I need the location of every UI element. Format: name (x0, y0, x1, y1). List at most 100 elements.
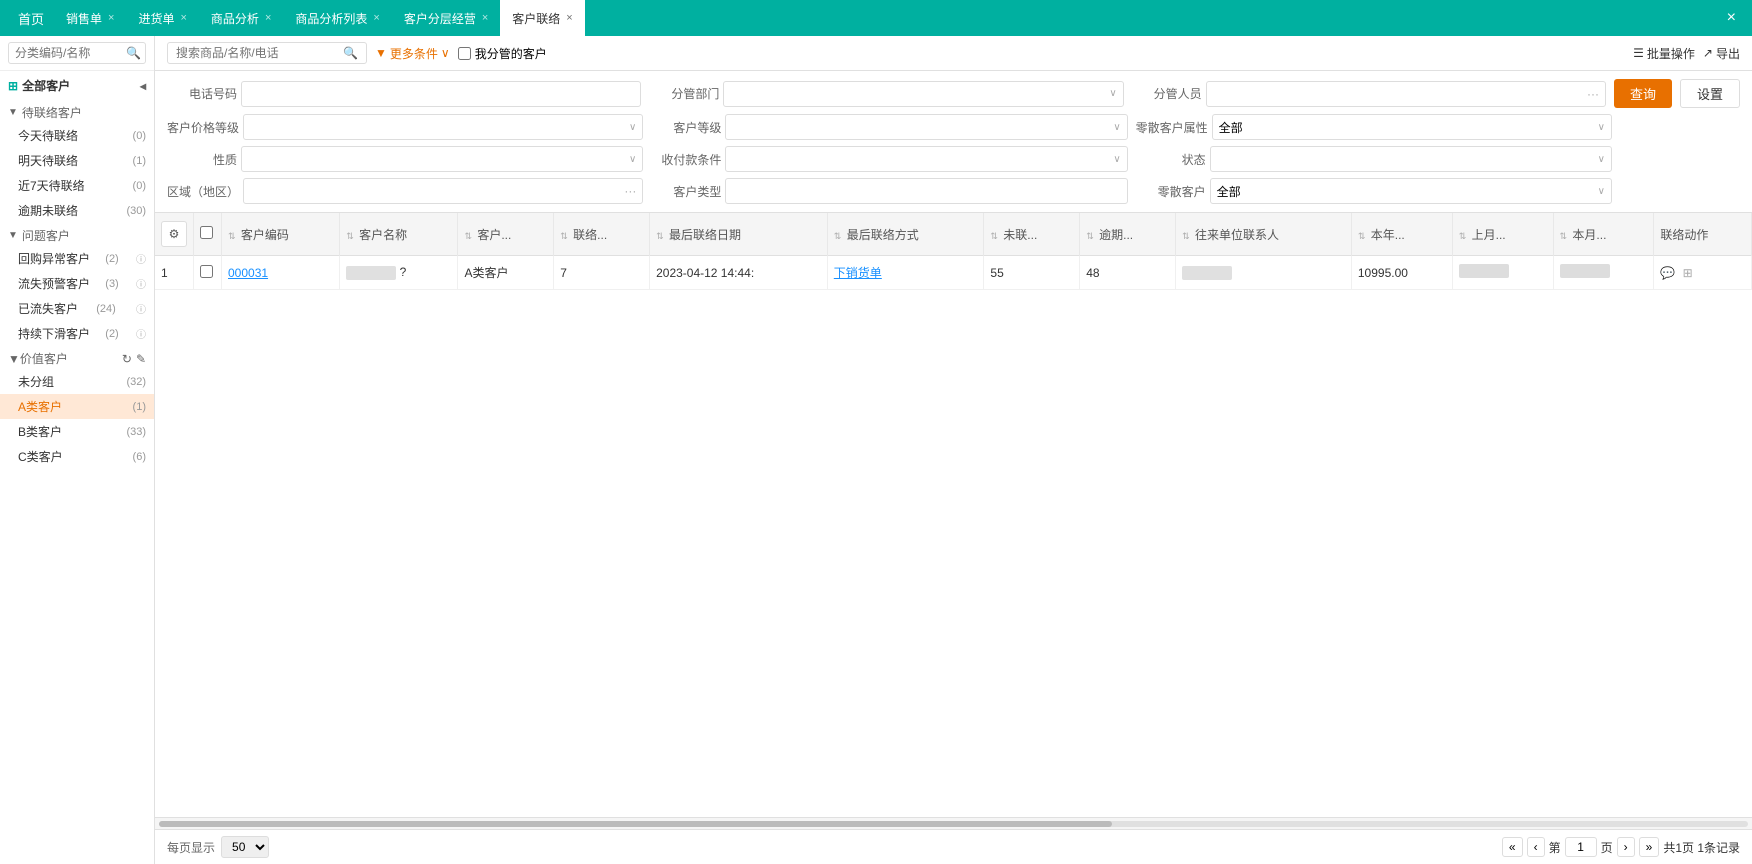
sidebar-item-ungrouped[interactable]: 未分组 (32) (0, 369, 154, 394)
first-page-button[interactable]: « (1502, 837, 1523, 857)
last-page-button[interactable]: » (1639, 837, 1660, 857)
row-overdue: 48 (1080, 256, 1176, 290)
customer-type-select[interactable] (725, 178, 1127, 204)
chevron-down-icon: ∨ (629, 122, 636, 133)
close-icon[interactable]: × (482, 12, 488, 24)
close-icon[interactable]: × (180, 12, 186, 24)
status-label: 状态 (1136, 151, 1206, 168)
price-level-select[interactable]: ∨ (243, 114, 643, 140)
row-not-contacted: 55 (984, 256, 1080, 290)
problem-customer-group[interactable]: ▼ 问题客户 (0, 223, 154, 246)
tab-customer-contact[interactable]: 客户联络 × (500, 0, 584, 36)
next-page-button[interactable]: › (1617, 837, 1635, 857)
per-page-select[interactable]: 50 (221, 836, 269, 858)
filter-payment: 收付款条件 ∨ (651, 146, 1127, 172)
sidebar-item-churn-warning[interactable]: 流失预警客户 (3) ⓘ (0, 271, 154, 296)
sidebar-item-tomorrow[interactable]: 明天待联络 (1) (0, 148, 154, 173)
tab-purchase[interactable]: 进货单 × (126, 0, 198, 36)
refresh-icon[interactable]: ↻ (122, 352, 132, 366)
value-customer-group[interactable]: ▼ 价值客户 ↻ ✎ (0, 346, 154, 369)
dots-icon: ··· (624, 184, 636, 198)
gear-button[interactable]: ⚙ (161, 221, 187, 247)
query-button[interactable]: 查询 (1614, 79, 1672, 108)
last-method-link[interactable]: 下销货单 (834, 266, 882, 280)
select-all-checkbox[interactable] (200, 226, 213, 239)
col-settings: ⚙ (155, 213, 194, 256)
col-this-month: ⇅ 本月... (1553, 213, 1654, 256)
col-year-amount-label: 本年... (1371, 228, 1405, 242)
my-customers-checkbox-area[interactable]: 我分管的客户 (458, 45, 547, 62)
status-select[interactable]: ∨ (1210, 146, 1612, 172)
footer-left: 每页显示 50 (167, 836, 269, 858)
col-overdue: ⇅ 逾期... (1080, 213, 1176, 256)
col-unit-contact: ⇅ 往来单位联系人 (1176, 213, 1352, 256)
action-qr-icon[interactable]: ⊞ (1683, 266, 1693, 280)
sort-icon: ⇅ (346, 231, 354, 241)
edit-icon[interactable]: ✎ (136, 352, 146, 366)
export-button[interactable]: ↗ 导出 (1703, 45, 1740, 62)
nature-select[interactable]: ∨ (241, 146, 643, 172)
sidebar-item-7days[interactable]: 近7天待联络 (0) (0, 173, 154, 198)
sidebar-item-b-class[interactable]: B类客户 (33) (0, 419, 154, 444)
nature-label: 性质 (167, 151, 237, 168)
dots-icon: ··· (1587, 87, 1599, 101)
my-customers-checkbox[interactable] (458, 47, 471, 60)
row-select-checkbox[interactable] (200, 265, 213, 278)
retail-attr-select[interactable]: 全部 ∨ (1212, 114, 1612, 140)
pending-contact-group[interactable]: ▼ 待联络客户 (0, 100, 154, 123)
col-actions: 联络动作 (1654, 213, 1752, 256)
retail-customer-select[interactable]: 全部 ∨ (1210, 178, 1612, 204)
per-page-label: 每页显示 (167, 839, 215, 856)
phone-input[interactable] (241, 81, 641, 107)
sidebar-item-overdue[interactable]: 逾期未联络 (30) (0, 198, 154, 223)
tab-product-analysis-list[interactable]: 商品分析列表 × (283, 0, 391, 36)
row-last-month (1452, 256, 1553, 290)
tab-sales[interactable]: 销售单 × (54, 0, 126, 36)
search-input[interactable] (176, 46, 343, 60)
info-icon: ⓘ (136, 301, 146, 316)
sidebar-item-repurchase-abnormal[interactable]: 回购异常客户 (2) ⓘ (0, 246, 154, 271)
sidebar-item-today[interactable]: 今天待联络 (0) (0, 123, 154, 148)
dept-select[interactable]: ∨ (723, 81, 1123, 107)
chevron-down-icon: ∨ (629, 154, 636, 165)
sort-icon: ⇅ (1560, 231, 1568, 241)
close-icon[interactable]: × (373, 12, 379, 24)
horizontal-scrollbar[interactable] (155, 817, 1752, 829)
row-name: ? (340, 256, 458, 290)
close-icon[interactable]: × (265, 12, 271, 24)
tab-customer-segment[interactable]: 客户分层经营 × (392, 0, 500, 36)
settings-button[interactable]: 设置 (1680, 79, 1740, 108)
action-chat-icon[interactable]: 💬 (1660, 266, 1675, 280)
sidebar-item-c-class[interactable]: C类客户 (6) (0, 444, 154, 469)
col-type-label: 客户... (477, 228, 511, 242)
footer-right: « ‹ 第 页 › » 共1页 1条记录 (1502, 837, 1740, 857)
window-close-icon[interactable]: × (1719, 9, 1744, 27)
close-icon[interactable]: × (566, 12, 572, 24)
filter-price-level: 客户价格等级 ∨ (167, 114, 643, 140)
close-icon[interactable]: × (108, 12, 114, 24)
sidebar-item-declining[interactable]: 持续下滑客户 (2) ⓘ (0, 321, 154, 346)
filter-retail-customer: 零散客户 全部 ∨ (1136, 178, 1612, 204)
sidebar-item-churned[interactable]: 已流失客户 (24) ⓘ (0, 296, 154, 321)
prev-page-button[interactable]: ‹ (1527, 837, 1545, 857)
more-filters-button[interactable]: ▼ 更多条件 ∨ (375, 45, 450, 62)
person-input[interactable]: ··· (1206, 81, 1606, 107)
region-select[interactable]: ··· (243, 178, 643, 204)
sidebar: 🔍 ⊞ 全部客户 ◂ ▼ 待联络客户 今天待联络 (0) 明天待联络 (1) 近… (0, 36, 155, 864)
all-customers-header[interactable]: ⊞ 全部客户 ◂ (0, 71, 154, 100)
tab-product-analysis[interactable]: 商品分析 × (199, 0, 283, 36)
filter-person: 分管人员 ··· (1132, 81, 1606, 107)
customer-code-link[interactable]: 000031 (228, 266, 268, 280)
search-box: 🔍 (167, 42, 367, 64)
page-number-input[interactable] (1565, 837, 1597, 857)
batch-op-button[interactable]: ☰ 批量操作 (1633, 45, 1695, 62)
arrow-icon: ▼ (8, 352, 20, 366)
customer-name-masked (346, 266, 396, 280)
customer-level-select[interactable]: ∨ (725, 114, 1127, 140)
col-contacts: ⇅ 联络... (554, 213, 650, 256)
scrollbar-thumb[interactable] (159, 821, 1112, 827)
home-tab[interactable]: 首页 (8, 0, 54, 36)
payment-select[interactable]: ∨ (725, 146, 1127, 172)
sidebar-item-a-class[interactable]: A类客户 (1) (0, 394, 154, 419)
collapse-icon: ◂ (140, 79, 146, 93)
